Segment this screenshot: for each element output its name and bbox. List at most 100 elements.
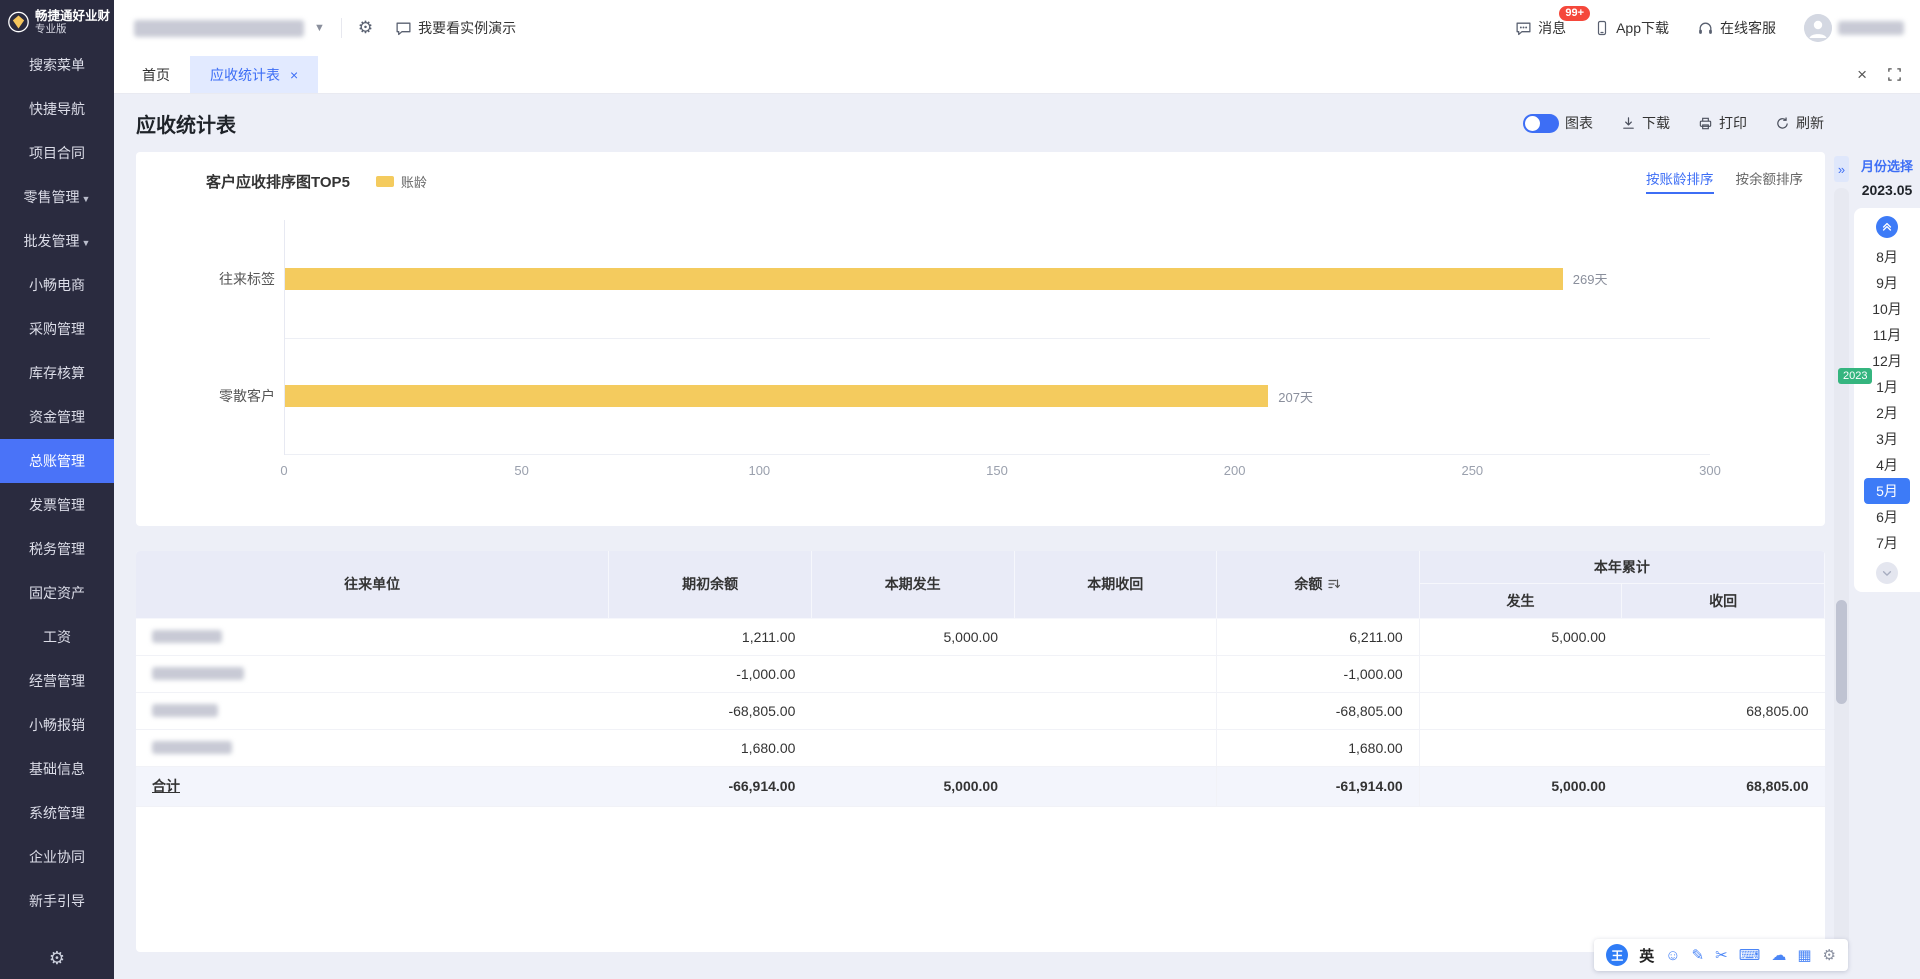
month-panel-title: 月份选择 xyxy=(1854,156,1920,174)
sidebar-item-label: 税务管理 xyxy=(29,541,85,557)
tab-receivable-report[interactable]: 应收统计表 × xyxy=(190,56,318,93)
toolbox-icon[interactable]: ▦ xyxy=(1797,946,1811,964)
total-received xyxy=(1014,766,1217,806)
sidebar-item-tax[interactable]: 税务管理 xyxy=(0,527,114,571)
refresh-button[interactable]: 刷新 xyxy=(1775,113,1824,133)
print-button[interactable]: 打印 xyxy=(1698,113,1747,133)
table-total-row: 合计 -66,914.00 5,000.00 -61,914.00 5,000.… xyxy=(136,766,1825,806)
emoji-icon[interactable]: ☺ xyxy=(1665,947,1680,964)
sidebar-item-collaboration[interactable]: 企业协同 xyxy=(0,835,114,879)
axis-line xyxy=(285,454,1710,455)
sidebar-item-purchase[interactable]: 采购管理 xyxy=(0,307,114,351)
cloud-icon[interactable]: ☁ xyxy=(1771,946,1786,964)
sidebar-item-reimburse[interactable]: 小畅报销 xyxy=(0,703,114,747)
col-header-ytd-received[interactable]: 收回 xyxy=(1622,583,1825,618)
sidebar-settings-gear-icon[interactable]: ⚙ xyxy=(0,948,114,969)
customer-name-link[interactable] xyxy=(136,729,609,766)
sidebar-item-project-contract[interactable]: 项目合同 xyxy=(0,131,114,175)
close-icon[interactable]: × xyxy=(290,68,298,82)
sidebar-item-search-menu[interactable]: 搜索菜单 xyxy=(0,43,114,87)
chart-title: 客户应收排序图TOP5 xyxy=(206,171,350,192)
tab-home[interactable]: 首页 xyxy=(122,56,190,93)
sidebar-item-label: 小畅报销 xyxy=(29,717,85,733)
month-item[interactable]: 7月 xyxy=(1854,530,1920,556)
col-header-balance[interactable]: 余额 xyxy=(1217,551,1420,618)
col-header-received[interactable]: 本期收回 xyxy=(1014,551,1217,618)
month-item[interactable]: 11月 xyxy=(1854,322,1920,348)
refresh-icon xyxy=(1775,116,1790,131)
user-account[interactable] xyxy=(1804,14,1904,42)
col-header-occurred[interactable]: 本期发生 xyxy=(811,551,1014,618)
col-header-unit[interactable]: 往来单位 xyxy=(136,551,609,618)
ime-language-toggle[interactable]: 英 xyxy=(1639,945,1654,966)
month-item[interactable]: 2月 xyxy=(1854,400,1920,426)
col-header-opening[interactable]: 期初余额 xyxy=(609,551,812,618)
month-item[interactable]: 3月 xyxy=(1854,426,1920,452)
month-item-active[interactable]: 5月 xyxy=(1864,478,1910,504)
customer-name-blurred xyxy=(152,704,218,717)
month-item[interactable]: 4月 xyxy=(1854,452,1920,478)
sidebar-item-system[interactable]: 系统管理 xyxy=(0,791,114,835)
total-opening: -66,914.00 xyxy=(609,766,812,806)
demo-link[interactable]: 我要看实例演示 xyxy=(395,18,516,38)
sidebar-item-label: 资金管理 xyxy=(29,409,85,425)
app-download-button[interactable]: App下载 xyxy=(1594,18,1669,38)
cell-ytd-received xyxy=(1622,729,1825,766)
pen-icon[interactable]: ✎ xyxy=(1692,946,1705,964)
download-button[interactable]: 下载 xyxy=(1621,113,1670,133)
total-balance: -61,914.00 xyxy=(1217,766,1420,806)
table-row: -1,000.00 -1,000.00 xyxy=(136,655,1825,692)
sidebar-item-wholesale[interactable]: 批发管理▼ xyxy=(0,219,114,263)
gear-icon[interactable]: ⚙ xyxy=(358,18,373,38)
month-item[interactable]: 8月 xyxy=(1854,244,1920,270)
total-label[interactable]: 合计 xyxy=(152,778,180,794)
sidebar-item-payroll[interactable]: 工资 xyxy=(0,615,114,659)
customer-name-link[interactable] xyxy=(136,692,609,729)
fullscreen-icon[interactable] xyxy=(1887,67,1902,82)
sidebar-item-retail[interactable]: 零售管理▼ xyxy=(0,175,114,219)
sidebar-item-quick-nav[interactable]: 快捷导航 xyxy=(0,87,114,131)
sort-icon[interactable] xyxy=(1327,577,1341,591)
sort-by-balance-tab[interactable]: 按余额排序 xyxy=(1736,168,1804,194)
sort-by-age-tab[interactable]: 按账龄排序 xyxy=(1646,168,1714,194)
month-item[interactable]: 9月 xyxy=(1854,270,1920,296)
chart-toggle[interactable] xyxy=(1523,114,1559,133)
sidebar-item-invoice[interactable]: 发票管理 xyxy=(0,483,114,527)
scissors-icon[interactable]: ✂ xyxy=(1715,946,1728,964)
company-selector[interactable]: ▼ xyxy=(134,20,325,37)
sidebar-item-inventory[interactable]: 库存核算 xyxy=(0,351,114,395)
sidebar-item-ecommerce[interactable]: 小畅电商 xyxy=(0,263,114,307)
collapse-panel-button[interactable]: » xyxy=(1834,156,1849,182)
cell-ytd-received: 68,805.00 xyxy=(1622,692,1825,729)
chart-legend[interactable]: 账龄 xyxy=(376,172,427,191)
month-item[interactable]: 6月 xyxy=(1854,504,1920,530)
customer-name-blurred xyxy=(152,667,244,680)
month-item[interactable]: 10月 xyxy=(1854,296,1920,322)
sidebar-item-label: 发票管理 xyxy=(29,497,85,513)
vertical-scrollbar[interactable] xyxy=(1834,188,1849,953)
sidebar-item-base-info[interactable]: 基础信息 xyxy=(0,747,114,791)
sidebar-item-beginner-guide[interactable]: 新手引导 xyxy=(0,879,114,923)
col-header-ytd-occurred[interactable]: 发生 xyxy=(1419,583,1622,618)
keyboard-icon[interactable]: ⌨ xyxy=(1739,946,1761,964)
sidebar-item-fixed-assets[interactable]: 固定资产 xyxy=(0,571,114,615)
messages-button[interactable]: 99+ 消息 xyxy=(1515,18,1566,38)
online-service-button[interactable]: 在线客服 xyxy=(1697,18,1776,38)
ime-logo-icon[interactable]: 王 xyxy=(1606,944,1628,966)
sidebar-item-general-ledger[interactable]: 总账管理 xyxy=(0,439,114,483)
customer-name-link[interactable] xyxy=(136,618,609,655)
close-all-tabs-icon[interactable]: × xyxy=(1857,65,1867,85)
print-label: 打印 xyxy=(1719,113,1747,133)
sidebar-item-operations[interactable]: 经营管理 xyxy=(0,659,114,703)
bar-customer-2[interactable] xyxy=(285,385,1268,407)
ime-settings-gear-icon[interactable]: ⚙ xyxy=(1823,946,1836,964)
bar-customer-1[interactable] xyxy=(285,268,1563,290)
sidebar-item-label: 项目合同 xyxy=(29,145,85,161)
sidebar-item-funds[interactable]: 资金管理 xyxy=(0,395,114,439)
tab-label: 应收统计表 xyxy=(210,65,280,85)
customer-name-link[interactable] xyxy=(136,655,609,692)
username-blurred xyxy=(1838,21,1904,35)
scrollbar-thumb[interactable] xyxy=(1836,600,1847,704)
scroll-months-up-icon[interactable] xyxy=(1876,216,1898,238)
scroll-months-down-icon[interactable] xyxy=(1876,562,1898,584)
